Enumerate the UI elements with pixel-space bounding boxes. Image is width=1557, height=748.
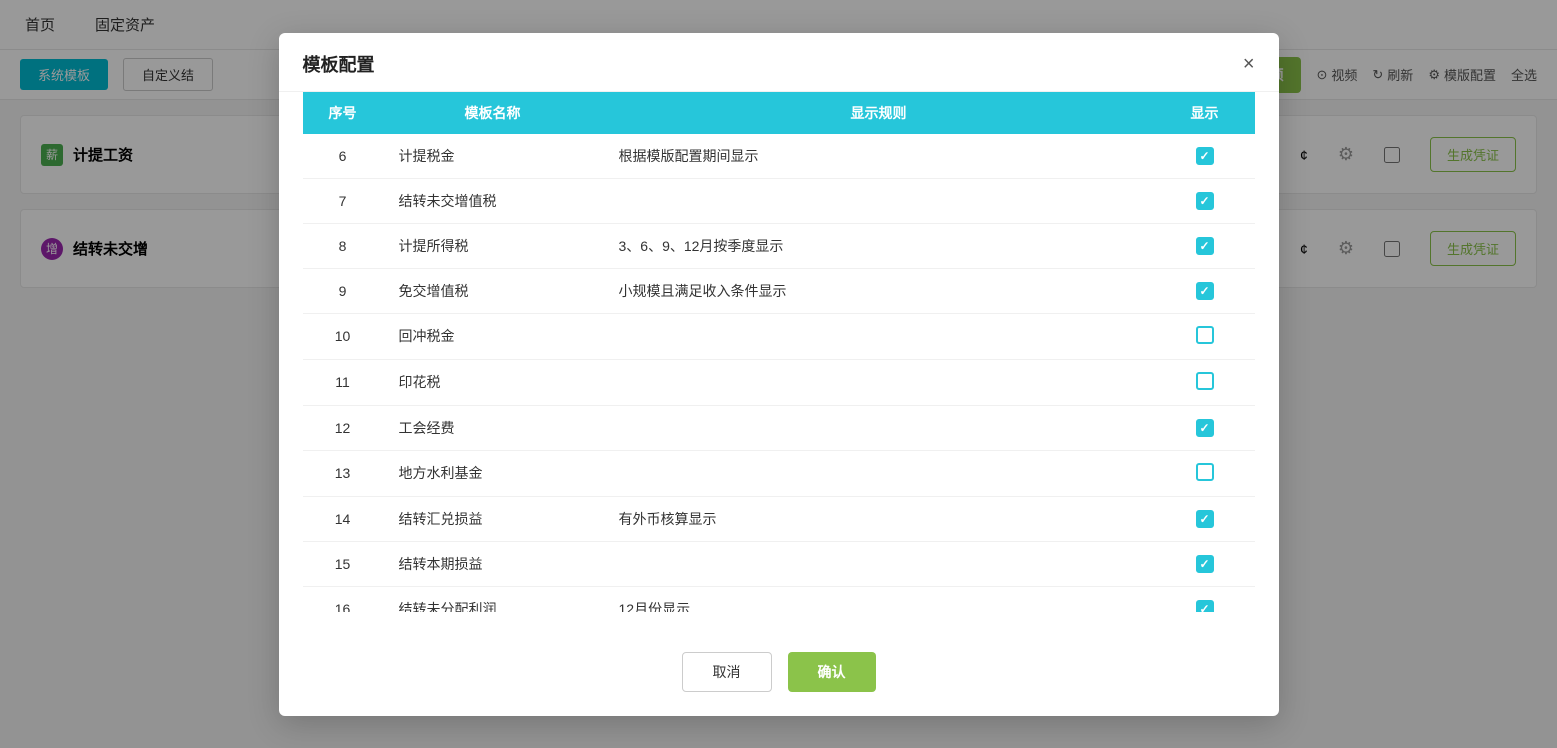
cell-name: 结转未交增值税 [383,178,603,223]
display-checkbox-7[interactable] [1196,192,1214,210]
cell-seq: 9 [303,268,383,313]
display-checkbox-14[interactable] [1196,510,1214,528]
display-checkbox-12[interactable] [1196,419,1214,437]
cell-display[interactable] [1155,450,1255,496]
cell-seq: 6 [303,134,383,179]
table-row: 12工会经费 [303,405,1255,450]
modal-template-config: 模板配置 × 序号 模板名称 显示规则 显示 6计提税金根据模版配置期间显 [279,33,1279,716]
display-checkbox-11[interactable] [1196,372,1214,390]
cell-rule: 3、6、9、12月按季度显示 [603,223,1155,268]
cell-name: 结转未分配利润 [383,586,603,612]
cell-name: 结转汇兑损益 [383,496,603,541]
cell-rule: 根据模版配置期间显示 [603,134,1155,179]
modal-overlay: 模板配置 × 序号 模板名称 显示规则 显示 6计提税金根据模版配置期间显 [0,0,1557,748]
cell-display[interactable] [1155,405,1255,450]
cell-seq: 12 [303,405,383,450]
cell-seq: 15 [303,541,383,586]
modal-body: 序号 模板名称 显示规则 显示 6计提税金根据模版配置期间显示7结转未交增值税8… [279,92,1279,636]
cell-rule [603,450,1155,496]
table-body: 6计提税金根据模版配置期间显示7结转未交增值税8计提所得税3、6、9、12月按季… [303,134,1255,612]
cell-seq: 11 [303,359,383,405]
table-header-row: 序号 模板名称 显示规则 显示 [303,92,1255,134]
modal-header: 模板配置 × [279,33,1279,92]
modal-close-button[interactable]: × [1243,54,1255,74]
cell-seq: 13 [303,450,383,496]
table-row: 13地方水利基金 [303,450,1255,496]
config-table: 序号 模板名称 显示规则 显示 6计提税金根据模版配置期间显示7结转未交增值税8… [303,92,1255,612]
cell-rule [603,313,1155,359]
cell-display[interactable] [1155,359,1255,405]
cell-seq: 7 [303,178,383,223]
cell-seq: 8 [303,223,383,268]
cell-name: 地方水利基金 [383,450,603,496]
table-scroll[interactable]: 序号 模板名称 显示规则 显示 6计提税金根据模版配置期间显示7结转未交增值税8… [303,92,1255,612]
table-row: 8计提所得税3、6、9、12月按季度显示 [303,223,1255,268]
cell-seq: 14 [303,496,383,541]
table-row: 11印花税 [303,359,1255,405]
th-rule: 显示规则 [603,92,1155,134]
cell-display[interactable] [1155,496,1255,541]
th-seq: 序号 [303,92,383,134]
display-checkbox-9[interactable] [1196,282,1214,300]
cell-name: 回冲税金 [383,313,603,359]
cell-name: 计提所得税 [383,223,603,268]
display-checkbox-16[interactable] [1196,600,1214,612]
confirm-button[interactable]: 确认 [788,652,876,692]
table-row: 7结转未交增值税 [303,178,1255,223]
cell-display[interactable] [1155,313,1255,359]
cell-rule: 有外币核算显示 [603,496,1155,541]
th-display: 显示 [1155,92,1255,134]
cell-name: 计提税金 [383,134,603,179]
display-checkbox-6[interactable] [1196,147,1214,165]
cell-name: 印花税 [383,359,603,405]
display-checkbox-15[interactable] [1196,555,1214,573]
cell-rule [603,405,1155,450]
display-checkbox-10[interactable] [1196,326,1214,344]
cell-display[interactable] [1155,134,1255,179]
cell-rule [603,359,1155,405]
display-checkbox-8[interactable] [1196,237,1214,255]
cancel-button[interactable]: 取消 [682,652,772,692]
table-row: 15结转本期损益 [303,541,1255,586]
display-checkbox-13[interactable] [1196,463,1214,481]
th-name: 模板名称 [383,92,603,134]
modal-footer: 取消 确认 [279,636,1279,716]
cell-seq: 16 [303,586,383,612]
modal-title: 模板配置 [303,51,375,77]
table-row: 10回冲税金 [303,313,1255,359]
cell-rule: 小规模且满足收入条件显示 [603,268,1155,313]
table-row: 6计提税金根据模版配置期间显示 [303,134,1255,179]
cell-name: 结转本期损益 [383,541,603,586]
cell-rule: 12月份显示 [603,586,1155,612]
cell-display[interactable] [1155,541,1255,586]
table-head: 序号 模板名称 显示规则 显示 [303,92,1255,134]
cell-display[interactable] [1155,586,1255,612]
cell-display[interactable] [1155,268,1255,313]
table-row: 9免交增值税小规模且满足收入条件显示 [303,268,1255,313]
table-row: 16结转未分配利润12月份显示 [303,586,1255,612]
cell-seq: 10 [303,313,383,359]
cell-name: 工会经费 [383,405,603,450]
cell-display[interactable] [1155,223,1255,268]
cell-display[interactable] [1155,178,1255,223]
cell-rule [603,541,1155,586]
cell-name: 免交增值税 [383,268,603,313]
table-row: 14结转汇兑损益有外币核算显示 [303,496,1255,541]
cell-rule [603,178,1155,223]
